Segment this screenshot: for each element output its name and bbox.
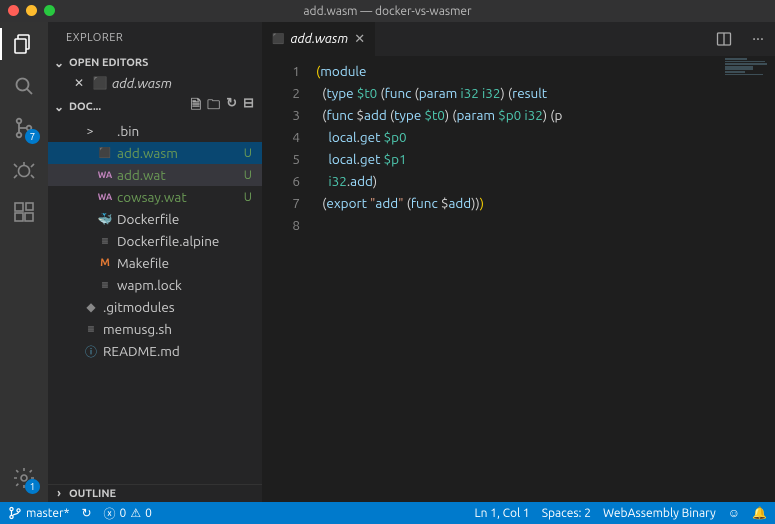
file-label: README.md [103,343,252,359]
new-file-icon[interactable]: 🗎 [191,96,201,118]
zoom-window-icon[interactable] [44,5,55,16]
folder-label: DOC... [69,101,101,113]
status-notifications-icon[interactable]: 🔔 [752,506,767,520]
wa-file-icon: WA [96,192,114,202]
status-indentation[interactable]: Spaces: 2 [542,507,591,520]
folder-item[interactable]: > .bin [48,120,262,142]
open-editor-item[interactable]: ✕ ⬛ add.wasm [48,72,262,94]
wasm-file-icon: ⬛ [96,147,114,159]
open-editors-header[interactable]: ⌄ OPEN EDITORS [48,54,262,72]
editor-body[interactable]: 12345678 (module (type $t0 (func (param … [262,56,775,502]
sidebar-title: EXPLORER [48,22,262,54]
file-label: cowsay.wat [117,189,240,205]
file-label: memusg.sh [103,321,252,337]
line-number-gutter: 12345678 [262,56,316,502]
file-label: add.wasm [117,145,240,161]
file-item[interactable]: ≡Dockerfile.alpine [48,230,262,252]
file-label: Dockerfile.alpine [117,233,252,249]
git-status: U [244,169,252,182]
editor-group: ⬛ add.wasm ✕ ··· 12345678 (module (type … [262,22,775,502]
file-item[interactable]: ≡memusg.sh [48,318,262,340]
chevron-down-icon: ⌄ [52,100,66,114]
file-item[interactable]: ⬛add.wasm U [48,142,262,164]
split-editor-icon[interactable] [707,22,741,56]
file-file-icon: ≡ [96,278,114,292]
file-tree: > .bin⬛add.wasm U WAadd.wat U WAcowsay.wat U 🐳D… [48,120,262,362]
chevron-right-icon: › [52,487,66,500]
status-language[interactable]: WebAssembly Binary [603,507,716,520]
wa-file-icon: WA [96,170,114,180]
file-label: .gitmodules [103,299,252,315]
chevron-down-icon: ⌄ [52,56,66,70]
new-folder-icon[interactable]: 🗀 [207,96,220,118]
window-controls [8,5,55,16]
window-title: add.wasm — docker-vs-wasmer [303,5,471,18]
refresh-icon[interactable]: ↻ [226,96,237,118]
file-label: Dockerfile [117,211,252,227]
wasm-file-icon: ⬛ [272,33,284,45]
status-sync[interactable]: ↻ [81,506,91,520]
status-feedback-icon[interactable]: ☺ [728,506,740,520]
file-label: add.wat [117,167,240,183]
file-item[interactable]: ⓘREADME.md [48,340,262,362]
file-item[interactable]: MMakefile [48,252,262,274]
explorer-icon[interactable] [10,30,38,58]
editor-tabs: ⬛ add.wasm ✕ ··· [262,22,775,56]
activity-bar: 7 1 [0,22,48,502]
open-editor-label: add.wasm [112,75,252,91]
file-label: Makefile [117,255,252,271]
status-problems[interactable]: ⓧ0 ⚠0 [104,505,152,522]
search-icon[interactable] [10,72,38,100]
close-icon[interactable]: ✕ [70,76,88,90]
chevron-right-icon: > [84,125,96,138]
minimize-window-icon[interactable] [26,5,37,16]
git-status: U [244,191,252,204]
source-control-icon[interactable]: 7 [10,114,38,142]
minimap[interactable] [725,58,775,80]
error-icon: ⓧ [104,505,116,522]
more-actions-icon[interactable]: ··· [741,22,775,56]
debug-icon[interactable] [10,156,38,184]
code-content[interactable]: (module (type $t0 (func (param i32 i32) … [316,56,775,502]
file-item[interactable]: ◆.gitmodules [48,296,262,318]
git-status: U [244,147,252,160]
warning-icon: ⚠ [130,506,141,520]
docker-file-icon: 🐳 [96,212,114,226]
file-file-icon: ≡ [96,234,114,248]
close-tab-icon[interactable]: ✕ [354,32,365,47]
file-label: .bin [117,123,252,139]
tab-label: add.wasm [290,32,348,46]
extensions-icon[interactable] [10,198,38,226]
explorer-sidebar: EXPLORER ⌄ OPEN EDITORS ✕ ⬛ add.wasm ⌄ D… [48,22,262,502]
open-editors-list: ✕ ⬛ add.wasm [48,72,262,94]
folder-header[interactable]: ⌄ DOC... 🗎 🗀 ↻ ⊟ [48,94,262,120]
make-file-icon: M [96,257,114,269]
git-file-icon: ◆ [82,300,100,314]
outline-label: OUTLINE [69,488,116,500]
scm-badge: 7 [25,129,40,144]
status-branch[interactable]: master* [8,506,69,520]
settings-badge: 1 [25,479,40,494]
editor-tab[interactable]: ⬛ add.wasm ✕ [262,22,376,56]
info-file-icon: ⓘ [82,343,100,360]
collapse-all-icon[interactable]: ⊟ [243,96,254,118]
file-item[interactable]: WAadd.wat U [48,164,262,186]
status-bar: master* ↻ ⓧ0 ⚠0 Ln 1, Col 1 Spaces: 2 We… [0,502,775,524]
close-window-icon[interactable] [8,5,19,16]
file-file-icon: ≡ [82,322,100,336]
wasm-file-icon: ⬛ [91,76,109,90]
outline-header[interactable]: › OUTLINE [48,484,262,502]
settings-icon[interactable]: 1 [10,464,38,492]
file-label: wapm.lock [117,277,252,293]
file-item[interactable]: WAcowsay.wat U [48,186,262,208]
file-item[interactable]: 🐳Dockerfile [48,208,262,230]
status-cursor-position[interactable]: Ln 1, Col 1 [474,507,529,520]
title-bar: add.wasm — docker-vs-wasmer [0,0,775,22]
open-editors-label: OPEN EDITORS [69,57,148,69]
file-item[interactable]: ≡wapm.lock [48,274,262,296]
